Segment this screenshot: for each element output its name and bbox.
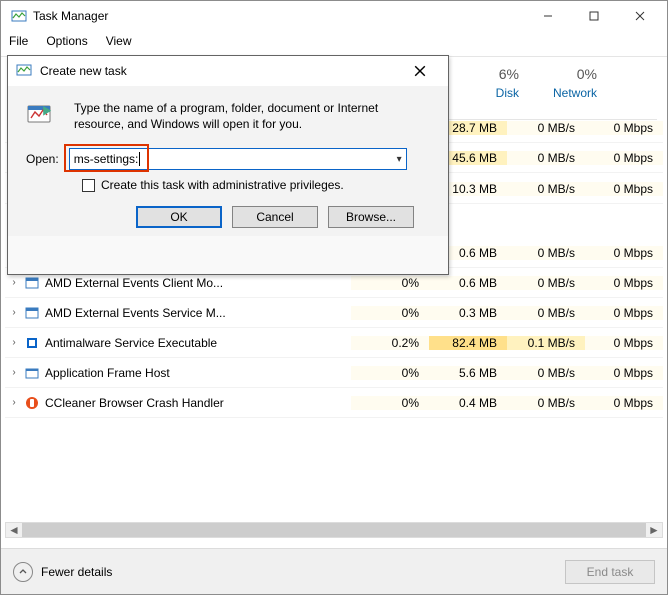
process-name: CCleaner Browser Crash Handler [41,396,351,410]
table-row[interactable]: ›Application Frame Host0%5.6 MB0 MB/s0 M… [5,358,663,388]
task-manager-icon [11,8,27,24]
expand-icon[interactable]: › [5,307,23,318]
footer: Fewer details End task [1,548,667,594]
titlebar: Task Manager [1,1,667,31]
exe-icon [23,365,41,380]
column-header-network[interactable]: 0% Network [525,66,597,100]
minimize-button[interactable] [525,1,571,31]
dialog-close-button[interactable] [400,57,440,85]
open-combobox[interactable]: ms-settings: ▾ [69,148,407,170]
task-manager-icon [16,62,32,81]
expand-icon[interactable]: › [5,397,23,408]
admin-checkbox[interactable] [82,179,95,192]
open-label: Open: [26,152,59,166]
close-button[interactable] [617,1,663,31]
ccleaner-icon [23,395,41,410]
scroll-left-icon[interactable]: ◄ [6,523,22,537]
column-header-disk[interactable]: 6% Disk [447,66,519,100]
menubar: File Options View [1,31,667,51]
dialog-message: Type the name of a program, folder, docu… [74,100,430,132]
horizontal-scrollbar[interactable]: ◄ ► [5,522,663,538]
browse-button[interactable]: Browse... [328,206,414,228]
dialog-title: Create new task [40,64,127,78]
process-name: AMD External Events Service M... [41,306,351,320]
chevron-down-icon[interactable]: ▾ [397,154,402,165]
menu-file[interactable]: File [7,32,30,50]
maximize-button[interactable] [571,1,617,31]
create-new-task-dialog: Create new task Type the name of a progr… [7,55,449,275]
menu-view[interactable]: View [104,32,134,50]
fewer-details-label: Fewer details [41,565,112,579]
table-row[interactable]: ›CCleaner Browser Crash Handler0%0.4 MB0… [5,388,663,418]
expand-icon[interactable]: › [5,277,23,288]
menu-options[interactable]: Options [44,32,89,50]
exe-icon [23,275,41,290]
ok-button[interactable]: OK [136,206,222,228]
process-name: Antimalware Service Executable [41,336,351,350]
exe-icon [23,305,41,320]
admin-checkbox-label: Create this task with administrative pri… [101,178,344,192]
cancel-button[interactable]: Cancel [232,206,318,228]
expand-icon[interactable]: › [5,337,23,348]
open-combobox-value: ms-settings: [74,152,139,166]
end-task-button[interactable]: End task [565,560,655,584]
process-name: Application Frame Host [41,366,351,380]
window-title: Task Manager [33,9,525,23]
scroll-thumb[interactable] [22,523,646,537]
dialog-titlebar: Create new task [8,56,448,86]
table-row[interactable]: ›Antimalware Service Executable0.2%82.4 … [5,328,663,358]
process-name: AMD External Events Client Mo... [41,276,351,290]
scroll-right-icon[interactable]: ► [646,523,662,537]
defender-icon [23,335,41,350]
table-row[interactable]: ›AMD External Events Service M...0%0.3 M… [5,298,663,328]
expand-icon[interactable]: › [5,367,23,378]
fewer-details-toggle[interactable]: Fewer details [13,562,112,582]
chevron-up-icon [13,562,33,582]
run-icon [26,100,60,131]
